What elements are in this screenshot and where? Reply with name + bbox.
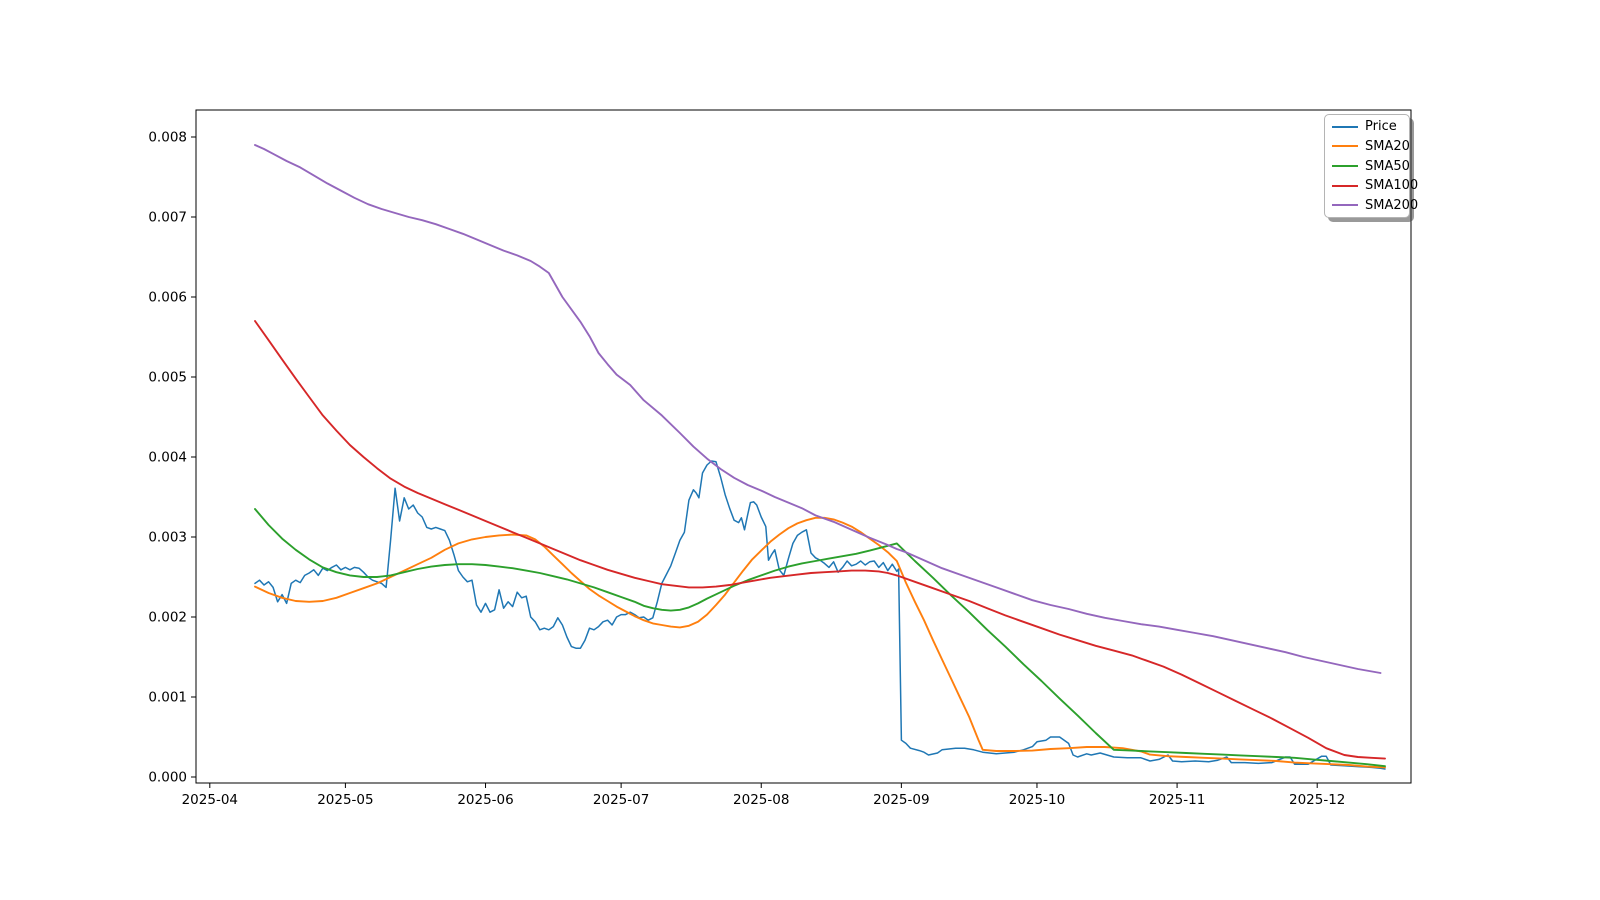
chart-figure: 0.000 0.001 0.002 0.003 0.004 0.005 0.006 0.007…: [0, 0, 1600, 900]
sma20-line: [254, 516, 1386, 769]
axes-frame: [195, 109, 1412, 784]
legend-item-sma200: SMA200: [1325, 195, 1418, 215]
x-tick-label: 2025-04: [182, 792, 238, 808]
sma200-line-swatch: [1332, 204, 1358, 207]
x-tick-label: 2025-11: [1149, 792, 1205, 808]
y-tick-label: 0.002: [148, 610, 187, 626]
sma100-line: [254, 320, 1386, 760]
legend-item-sma50: SMA50: [1325, 156, 1410, 176]
sma20-line-swatch: [1332, 145, 1358, 148]
y-tick-label: 0.008: [148, 130, 187, 146]
x-tick-label: 2025-12: [1289, 792, 1345, 808]
legend-item-price: Price: [1325, 117, 1409, 137]
sma50-line-swatch: [1332, 165, 1358, 167]
sma100-line-swatch: [1332, 184, 1358, 187]
legend-label: SMA20: [1365, 138, 1410, 154]
legend-label: Price: [1365, 119, 1397, 135]
legend-item-sma20: SMA20: [1325, 137, 1410, 157]
legend-label: SMA200: [1365, 197, 1419, 213]
x-tick-label: 2025-10: [1009, 792, 1065, 808]
x-tick-label: 2025-09: [873, 792, 929, 808]
x-tick-label: 2025-07: [593, 792, 649, 808]
x-tick-label: 2025-06: [457, 792, 513, 808]
y-tick-label: 0.005: [148, 370, 187, 386]
y-tick-label: 0.001: [148, 690, 187, 706]
sma200-line: [254, 144, 1382, 674]
price-line-swatch: [1332, 125, 1358, 128]
y-tick-label: 0.006: [148, 290, 187, 306]
y-tick-label: 0.007: [148, 210, 187, 226]
legend-item-sma100: SMA100: [1325, 176, 1418, 196]
legend-label: SMA100: [1365, 178, 1419, 194]
y-tick-label: 0.004: [148, 450, 187, 466]
y-tick-label: 0.000: [148, 770, 187, 786]
legend: Price SMA20 SMA50 SMA100 SMA200: [1324, 114, 1418, 218]
price-line: [254, 460, 1386, 770]
legend-label: SMA50: [1365, 158, 1410, 174]
y-tick-label: 0.003: [148, 530, 187, 546]
x-tick-label: 2025-05: [317, 792, 373, 808]
x-tick-label: 2025-08: [733, 792, 789, 808]
